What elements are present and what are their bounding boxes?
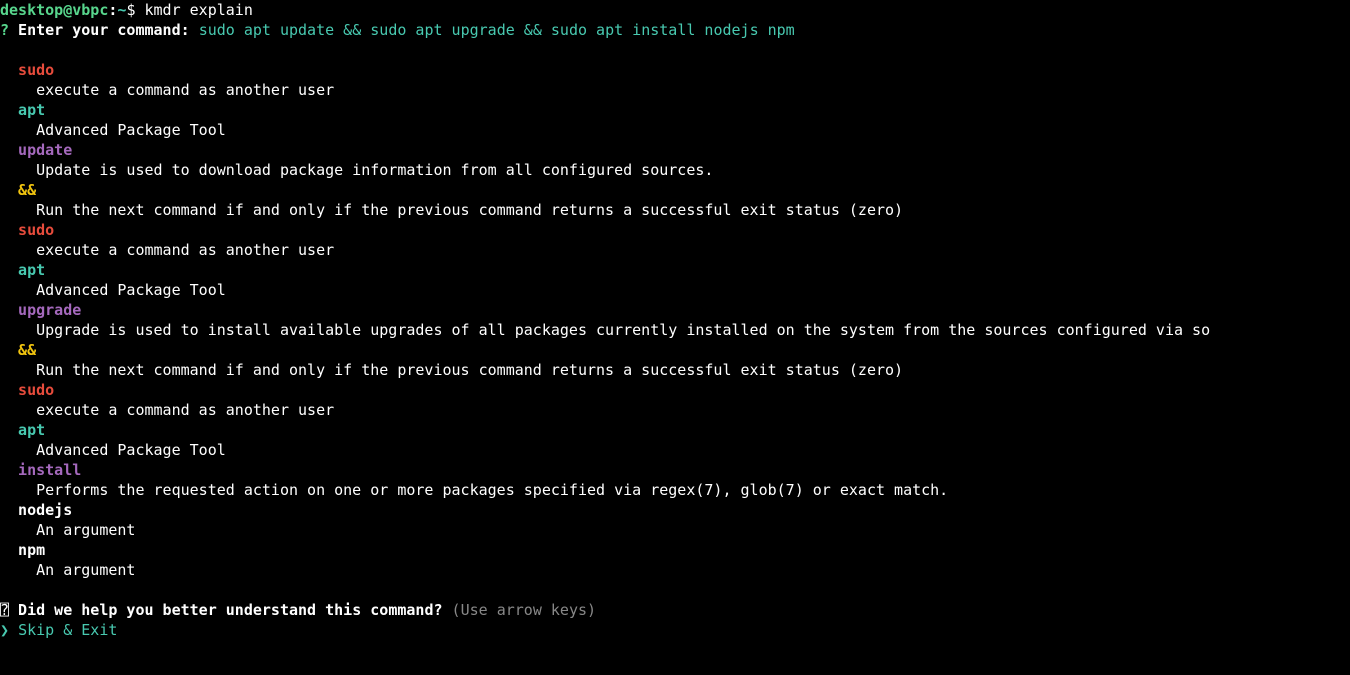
token-description: Advanced Package Tool xyxy=(36,281,226,299)
token-line: && xyxy=(0,180,1350,200)
command-token: npm xyxy=(18,541,45,559)
blank-line xyxy=(0,40,1350,60)
description-line: Performs the requested action on one or … xyxy=(0,480,1350,500)
feedback-question: Did we help you better understand this c… xyxy=(9,601,452,619)
description-line: execute a command as another user xyxy=(0,240,1350,260)
description-line: Advanced Package Tool xyxy=(0,280,1350,300)
feedback-hint: (Use arrow keys) xyxy=(452,601,597,619)
description-line: An argument xyxy=(0,520,1350,540)
token-description: execute a command as another user xyxy=(36,401,334,419)
token-description: Update is used to download package infor… xyxy=(36,161,713,179)
command-token: nodejs xyxy=(18,501,72,519)
token-line: apt xyxy=(0,420,1350,440)
command-token: sudo xyxy=(18,381,54,399)
command-token: sudo xyxy=(18,221,54,239)
command-token: apt xyxy=(18,421,45,439)
description-line: execute a command as another user xyxy=(0,80,1350,100)
command-token: upgrade xyxy=(18,301,81,319)
terminal-output: desktop@vbpc:~$ kmdr explain? Enter your… xyxy=(0,0,1350,640)
typed-command: kmdr explain xyxy=(145,1,253,19)
token-line: npm xyxy=(0,540,1350,560)
token-line: update xyxy=(0,140,1350,160)
entered-command: sudo apt update && sudo apt upgrade && s… xyxy=(199,21,795,39)
shell-prompt-line: desktop@vbpc:~$ kmdr explain xyxy=(0,0,1350,20)
command-token: update xyxy=(18,141,72,159)
description-line: Run the next command if and only if the … xyxy=(0,200,1350,220)
description-line: An argument xyxy=(0,560,1350,580)
blank-line xyxy=(0,580,1350,600)
description-line: Advanced Package Tool xyxy=(0,120,1350,140)
token-line: upgrade xyxy=(0,300,1350,320)
token-description: Advanced Package Tool xyxy=(36,441,226,459)
description-line: Upgrade is used to install available upg… xyxy=(0,320,1350,340)
token-description: Advanced Package Tool xyxy=(36,121,226,139)
token-line: apt xyxy=(0,100,1350,120)
command-token: apt xyxy=(18,101,45,119)
token-line: nodejs xyxy=(0,500,1350,520)
feedback-selected-line[interactable]: ❯ Skip & Exit xyxy=(0,620,1350,640)
description-line: Advanced Package Tool xyxy=(0,440,1350,460)
prompt-dollar: $ xyxy=(126,1,144,19)
selected-option[interactable]: Skip & Exit xyxy=(18,621,117,639)
token-line: sudo xyxy=(0,60,1350,80)
token-line: apt xyxy=(0,260,1350,280)
token-description: An argument xyxy=(36,561,135,579)
token-description: An argument xyxy=(36,521,135,539)
token-description: Upgrade is used to install available upg… xyxy=(36,321,1210,339)
command-token: install xyxy=(18,461,81,479)
token-line: install xyxy=(0,460,1350,480)
enter-command-line: ? Enter your command: sudo apt update &&… xyxy=(0,20,1350,40)
feedback-icon: ⍰ xyxy=(0,601,9,619)
command-token: sudo xyxy=(18,61,54,79)
description-line: execute a command as another user xyxy=(0,400,1350,420)
token-line: sudo xyxy=(0,220,1350,240)
token-description: execute a command as another user xyxy=(36,241,334,259)
token-description: Performs the requested action on one or … xyxy=(36,481,948,499)
selection-cursor-icon: ❯ xyxy=(0,621,18,639)
description-line: Update is used to download package infor… xyxy=(0,160,1350,180)
feedback-question-line: ⍰ Did we help you better understand this… xyxy=(0,600,1350,620)
question-mark-icon: ? xyxy=(0,21,9,39)
token-description: Run the next command if and only if the … xyxy=(36,361,903,379)
enter-command-label: Enter your command: xyxy=(9,21,199,39)
command-token: && xyxy=(18,341,36,359)
command-token: && xyxy=(18,181,36,199)
description-line: Run the next command if and only if the … xyxy=(0,360,1350,380)
token-description: execute a command as another user xyxy=(36,81,334,99)
prompt-user-host: desktop@vbpc xyxy=(0,1,108,19)
token-line: && xyxy=(0,340,1350,360)
token-description: Run the next command if and only if the … xyxy=(36,201,903,219)
token-line: sudo xyxy=(0,380,1350,400)
command-token: apt xyxy=(18,261,45,279)
